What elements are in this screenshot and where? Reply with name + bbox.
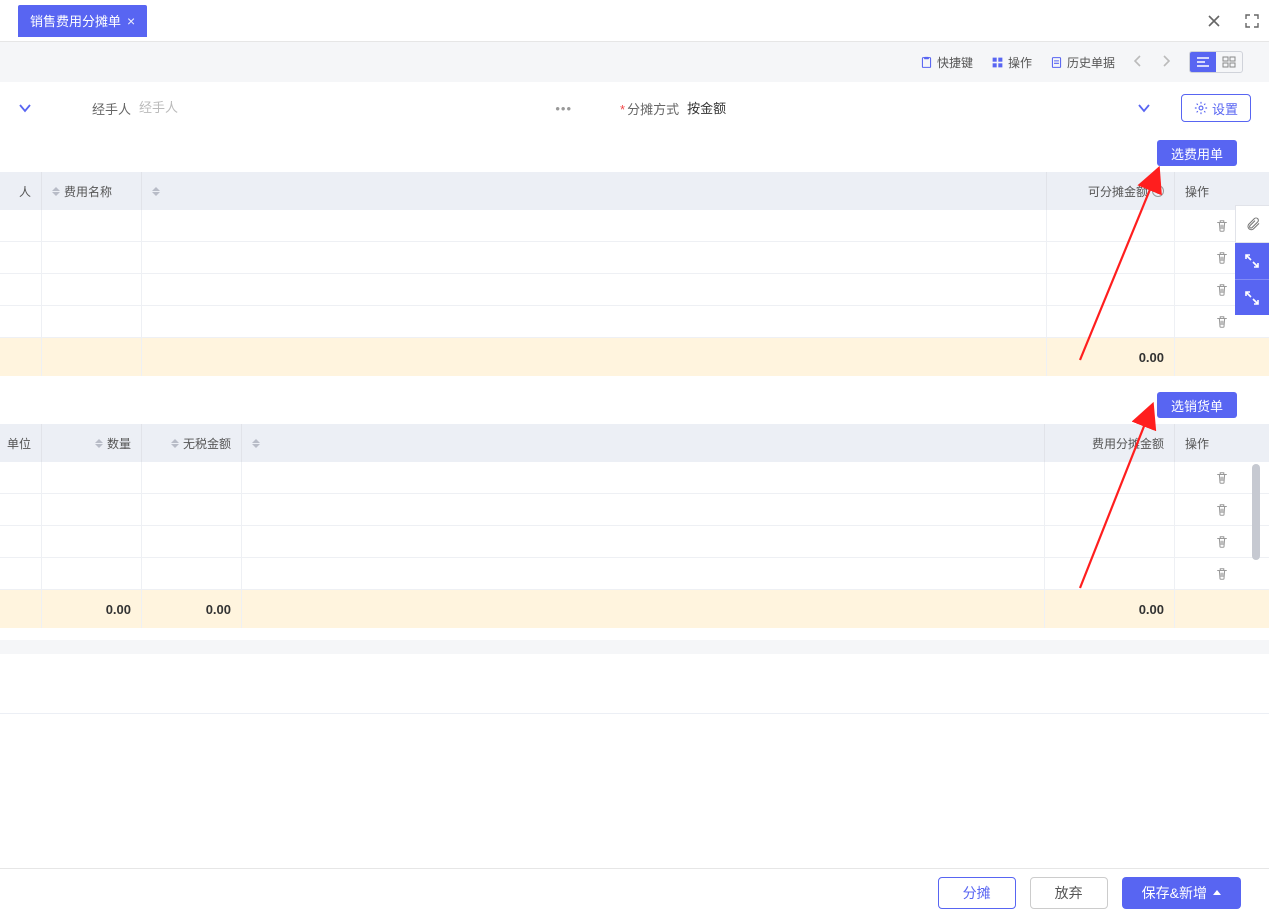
allocate-button[interactable]: 分摊 (938, 877, 1016, 909)
method-caret-icon[interactable] (1137, 101, 1151, 116)
handler-lookup-icon[interactable]: ••• (555, 101, 572, 116)
save-and-new-button[interactable]: 保存&新增 (1122, 877, 1241, 909)
document-icon (1050, 56, 1063, 69)
select-fee-bill-button[interactable]: 选费用单 (1157, 140, 1237, 166)
discard-button[interactable]: 放弃 (1030, 877, 1108, 909)
page-toolbar: 快捷键 操作 历史单据 (0, 42, 1269, 82)
col-spacer (142, 172, 1047, 210)
handler-input[interactable] (139, 94, 547, 122)
side-float (1235, 205, 1269, 315)
tab-bar: 销售费用分摊单 × (0, 0, 1269, 42)
col-spacer2 (242, 424, 1045, 462)
close-tab-icon[interactable]: × (127, 13, 135, 29)
sales-total-notax: 0.00 (142, 590, 242, 628)
fullscreen-icon[interactable] (1243, 12, 1261, 30)
toolbar-shortcut[interactable]: 快捷键 (920, 54, 973, 71)
sales-total-qty: 0.00 (42, 590, 142, 628)
info-icon[interactable]: ? (1152, 185, 1164, 197)
gear-icon (1194, 101, 1208, 115)
sales-total-fee-alloc: 0.00 (1045, 590, 1175, 628)
col-person[interactable]: 人 (0, 172, 42, 210)
col-qty[interactable]: 数量 (42, 424, 142, 462)
grid-icon (991, 56, 1004, 69)
tab-title: 销售费用分摊单 (30, 11, 121, 30)
col-fee-alloc[interactable]: 费用分摊金额 (1045, 424, 1175, 462)
table-row[interactable] (0, 526, 1269, 558)
table-row[interactable] (0, 242, 1269, 274)
sales-table: 单位 数量 无税金额 费用分摊金额 操作 0.00 0.00 0.00 (0, 424, 1269, 628)
view-toggle (1189, 51, 1243, 73)
close-panel-icon[interactable] (1205, 12, 1223, 30)
view-list-icon[interactable] (1190, 52, 1216, 72)
toolbar-history[interactable]: 历史单据 (1050, 54, 1115, 71)
method-select[interactable] (687, 94, 1129, 122)
table-row[interactable] (0, 558, 1269, 590)
prev-field-caret-icon[interactable] (18, 101, 32, 116)
view-card-icon[interactable] (1216, 52, 1242, 72)
select-sales-bill-button[interactable]: 选销货单 (1157, 392, 1237, 418)
clipboard-icon (920, 56, 933, 69)
bottom-action-bar: 分摊 放弃 保存&新增 (0, 868, 1269, 916)
fee-total-allocatable: 0.00 (1047, 338, 1175, 376)
fee-table: 人 费用名称 可分摊金额? 操作 0.00 (0, 172, 1269, 376)
col-op2: 操作 (1175, 424, 1269, 462)
settings-button[interactable]: 设置 (1181, 94, 1251, 122)
attachment-icon[interactable] (1235, 205, 1269, 243)
method-label: *分摊方式 (620, 99, 679, 118)
table-row[interactable] (0, 462, 1269, 494)
sales-table-scrollbar[interactable] (1249, 462, 1263, 590)
table-row[interactable] (0, 274, 1269, 306)
history-prev-icon[interactable] (1133, 55, 1143, 70)
active-tab[interactable]: 销售费用分摊单 × (18, 5, 147, 37)
expand-out-icon[interactable] (1235, 243, 1269, 279)
table-row[interactable] (0, 210, 1269, 242)
table-row[interactable] (0, 494, 1269, 526)
col-fee-name[interactable]: 费用名称 (42, 172, 142, 210)
form-row: 经手人 ••• *分摊方式 设置 (0, 82, 1269, 134)
col-allocatable[interactable]: 可分摊金额? (1047, 172, 1175, 210)
history-next-icon[interactable] (1161, 55, 1171, 70)
expand-in-icon[interactable] (1235, 279, 1269, 315)
col-notax[interactable]: 无税金额 (142, 424, 242, 462)
toolbar-operate[interactable]: 操作 (991, 54, 1032, 71)
col-unit[interactable]: 单位 (0, 424, 42, 462)
table-row[interactable] (0, 306, 1269, 338)
chevron-up-icon (1213, 890, 1221, 895)
handler-label: 经手人 (92, 99, 131, 118)
